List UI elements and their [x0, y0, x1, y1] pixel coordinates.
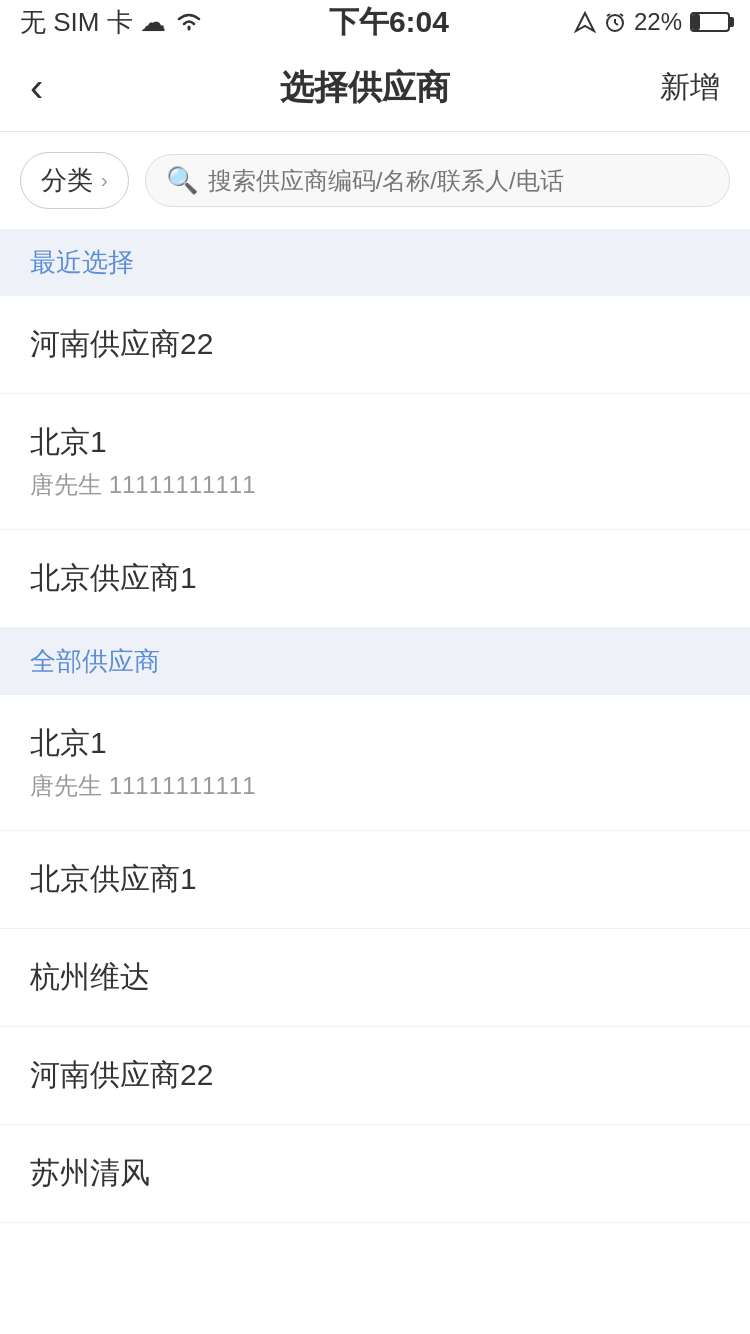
- list-item[interactable]: 北京1 唐先生 11111111111: [0, 394, 750, 530]
- item-name: 北京1: [30, 723, 720, 764]
- svg-line-5: [620, 14, 623, 16]
- filter-bar: 分类 › 🔍: [0, 132, 750, 229]
- status-time: 下午6:04: [329, 2, 449, 43]
- item-sub: 唐先生 11111111111: [30, 770, 720, 802]
- nav-bar: ‹ 选择供应商 新增: [0, 44, 750, 132]
- signal-text: 无 SIM 卡 ☁: [20, 5, 166, 40]
- search-icon: 🔍: [166, 165, 198, 196]
- battery-icon: [690, 12, 730, 32]
- search-input[interactable]: [208, 167, 709, 195]
- list-item[interactable]: 河南供应商22: [0, 1027, 750, 1125]
- item-name: 北京1: [30, 422, 720, 463]
- item-sub: 唐先生 11111111111: [30, 469, 720, 501]
- item-name: 北京供应商1: [30, 558, 720, 599]
- search-box: 🔍: [145, 154, 730, 207]
- svg-line-4: [607, 14, 610, 16]
- list-item[interactable]: 苏州清风: [0, 1125, 750, 1223]
- status-bar: 无 SIM 卡 ☁ 下午6:04 22%: [0, 0, 750, 44]
- list-item[interactable]: 杭州维达: [0, 929, 750, 1027]
- recent-section-header: 最近选择: [0, 229, 750, 296]
- item-name: 河南供应商22: [30, 1055, 720, 1096]
- recent-list: 河南供应商22 北京1 唐先生 11111111111 北京供应商1: [0, 296, 750, 628]
- add-button[interactable]: 新增: [640, 67, 720, 108]
- list-item[interactable]: 北京供应商1: [0, 831, 750, 929]
- item-name: 河南供应商22: [30, 324, 720, 365]
- svg-line-3: [615, 23, 618, 25]
- chevron-right-icon: ›: [101, 169, 108, 192]
- item-name: 苏州清风: [30, 1153, 720, 1194]
- wifi-icon: [174, 11, 204, 33]
- item-name: 北京供应商1: [30, 859, 720, 900]
- all-list: 北京1 唐先生 11111111111 北京供应商1 杭州维达 河南供应商22 …: [0, 695, 750, 1223]
- back-button[interactable]: ‹: [30, 65, 90, 110]
- battery-percent: 22%: [634, 8, 682, 36]
- alarm-icon: [604, 11, 626, 33]
- list-item[interactable]: 北京供应商1: [0, 530, 750, 628]
- all-section-header: 全部供应商: [0, 628, 750, 695]
- category-label: 分类: [41, 163, 93, 198]
- list-item[interactable]: 北京1 唐先生 11111111111: [0, 695, 750, 831]
- status-left: 无 SIM 卡 ☁: [20, 5, 204, 40]
- page-title: 选择供应商: [280, 65, 450, 111]
- svg-marker-0: [576, 13, 594, 31]
- category-button[interactable]: 分类 ›: [20, 152, 129, 209]
- location-icon: [574, 11, 596, 33]
- item-name: 杭州维达: [30, 957, 720, 998]
- status-right: 22%: [574, 8, 730, 36]
- list-item[interactable]: 河南供应商22: [0, 296, 750, 394]
